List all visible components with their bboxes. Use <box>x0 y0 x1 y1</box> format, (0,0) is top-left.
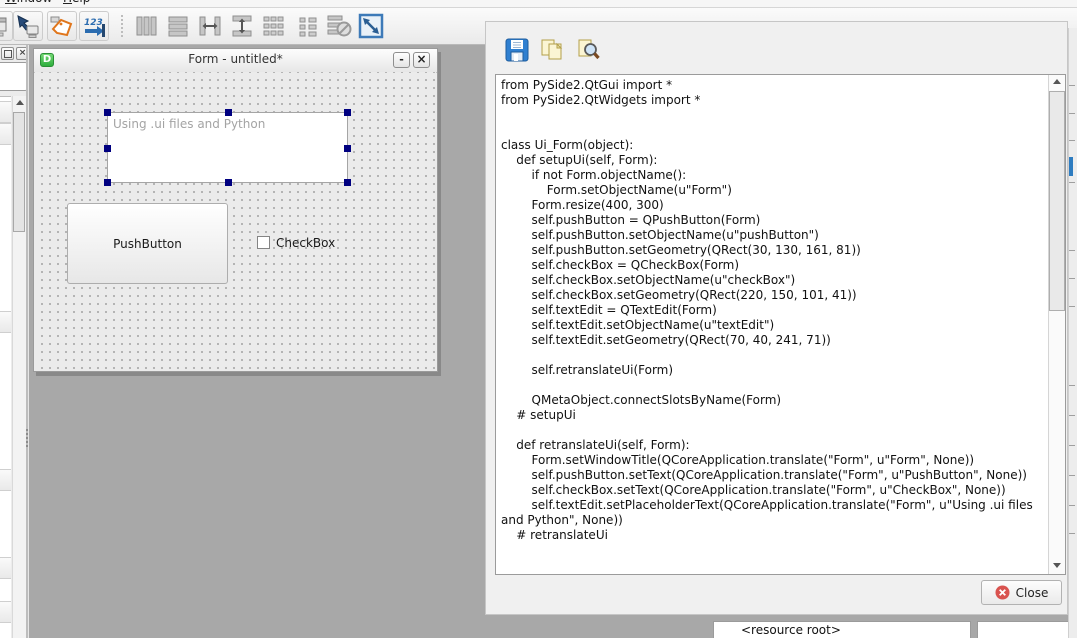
form-canvas[interactable]: Using .ui files and Python PushButton Ch… <box>35 72 436 370</box>
close-button[interactable]: Close <box>981 580 1062 605</box>
selection-handle[interactable] <box>225 179 232 186</box>
edit-tab-order-button[interactable]: 123 <box>79 11 109 41</box>
break-layout-icon <box>326 14 352 38</box>
selection-handle[interactable] <box>104 179 111 186</box>
splitter-handle[interactable] <box>26 427 29 449</box>
layout-form-icon <box>296 14 320 38</box>
scrollbar-up-icon[interactable] <box>1049 75 1065 90</box>
layout-horizontally-splitter-icon <box>198 14 222 38</box>
widget-box-item[interactable] <box>0 557 11 579</box>
scrollbar-thumb[interactable] <box>1049 91 1065 311</box>
widget-box-item[interactable] <box>0 123 11 145</box>
layout-vertically-button[interactable] <box>163 11 193 41</box>
save-button[interactable] <box>504 37 530 63</box>
close-circle-icon <box>995 585 1010 600</box>
svg-text:123: 123 <box>84 18 103 28</box>
toolbar-separator <box>121 15 125 37</box>
selection-handle[interactable] <box>225 109 232 116</box>
menu-help[interactable]: Help <box>63 0 90 5</box>
widget-box-item[interactable] <box>0 311 11 333</box>
edit-widgets-button[interactable] <box>0 11 13 41</box>
scrollbar-thumb[interactable] <box>13 112 25 232</box>
textedit-widget[interactable]: Using .ui files and Python <box>107 112 348 183</box>
float-icon <box>4 50 12 58</box>
scrollbar-down-icon[interactable] <box>1049 559 1065 574</box>
right-edge-panel <box>1068 28 1077 638</box>
selection-handle[interactable] <box>344 179 351 186</box>
layout-horizontally-icon <box>134 14 158 38</box>
window-close-button[interactable]: × <box>413 52 430 68</box>
layout-grid-button[interactable] <box>259 11 289 41</box>
edit-tab-order-icon: 123 <box>82 14 106 38</box>
right-strip-selection <box>1069 157 1073 176</box>
layout-grid-icon <box>262 14 286 38</box>
selection-handle[interactable] <box>344 109 351 116</box>
selection-handle[interactable] <box>104 145 111 152</box>
widget-box-item[interactable] <box>0 601 11 623</box>
edit-widgets-icon <box>0 14 10 38</box>
adjust-size-icon <box>358 13 384 39</box>
widget-box-panel: × <box>0 44 29 638</box>
menu-window[interactable]: Window <box>5 0 52 5</box>
widget-filter-input[interactable] <box>0 62 28 91</box>
layout-form-button[interactable] <box>293 11 323 41</box>
layout-vertically-icon <box>166 14 190 38</box>
panel-border <box>26 44 29 638</box>
edit-buddies-icon <box>50 14 74 38</box>
widget-box-scrollbar[interactable] <box>12 96 26 638</box>
selection-handle[interactable] <box>104 109 111 116</box>
copy-icon <box>540 38 566 62</box>
form-window-title: Form - untitled* <box>34 52 437 66</box>
checkbox-label: CheckBox <box>276 236 335 250</box>
selection-handle[interactable] <box>344 145 351 152</box>
layout-horizontally-splitter-button[interactable] <box>195 11 225 41</box>
designer-form-window: D Form - untitled* - × Using .ui files a… <box>33 48 438 372</box>
code-scrollbar[interactable] <box>1048 75 1065 574</box>
save-icon <box>505 38 529 62</box>
find-icon <box>577 38 601 62</box>
pushbutton-widget[interactable]: PushButton <box>67 203 228 284</box>
checkbox-widget[interactable]: CheckBox <box>257 222 358 263</box>
resource-root-item[interactable]: <resource root> <box>713 621 971 638</box>
layout-vertically-splitter-button[interactable] <box>227 11 257 41</box>
widget-box-list <box>0 96 11 638</box>
layout-vertically-splitter-icon <box>230 14 254 38</box>
scrollbar-up-icon[interactable] <box>16 100 24 105</box>
dock-float-button[interactable] <box>1 47 14 60</box>
qt-designer-screen: Window Help 123 <box>0 0 1077 638</box>
break-layout-button[interactable] <box>324 11 354 41</box>
code-area: from PySide2.QtGui import * from PySide2… <box>495 74 1066 575</box>
code-preview-dialog: from PySide2.QtGui import * from PySide2… <box>485 21 1068 615</box>
edit-buddies-button[interactable] <box>47 11 77 41</box>
menubar: Window Help <box>0 0 1077 8</box>
widget-box-item[interactable] <box>0 101 11 123</box>
edit-signals-slots-icon <box>16 14 40 38</box>
layout-horizontally-button[interactable] <box>131 11 161 41</box>
close-button-label: Close <box>1016 586 1049 600</box>
code-text[interactable]: from PySide2.QtGui import * from PySide2… <box>496 75 1048 574</box>
resource-panel-box <box>977 621 1077 638</box>
edit-signals-slots-button[interactable] <box>13 11 43 41</box>
form-titlebar[interactable]: D Form - untitled* - × <box>34 49 437 73</box>
widget-box-item[interactable] <box>0 469 11 491</box>
code-dialog-toolbar <box>504 37 602 63</box>
copy-button[interactable] <box>540 37 566 63</box>
adjust-size-button[interactable] <box>356 11 386 41</box>
textedit-placeholder: Using .ui files and Python <box>113 117 265 131</box>
find-button[interactable] <box>576 37 602 63</box>
checkbox-indicator[interactable] <box>257 236 270 249</box>
minimize-button[interactable]: - <box>393 52 410 68</box>
